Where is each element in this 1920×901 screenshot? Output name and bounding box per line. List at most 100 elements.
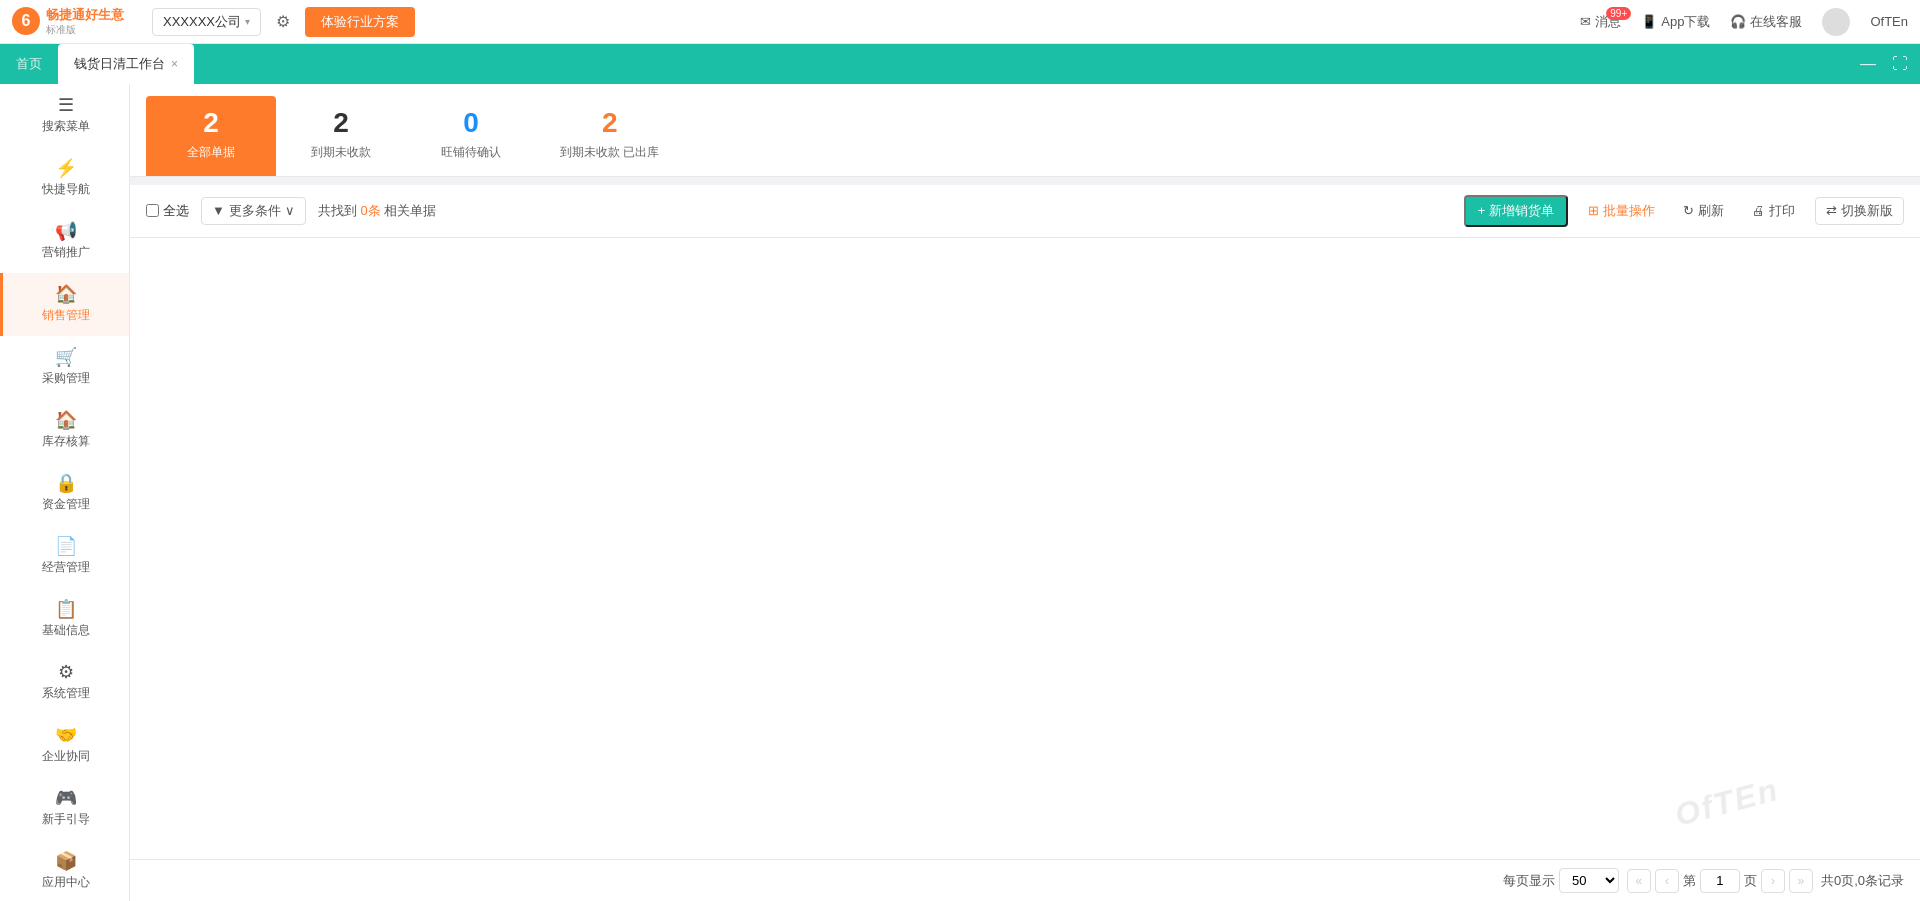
select-all-checkbox[interactable] <box>146 204 159 217</box>
sidebar-item-basic-info[interactable]: 📋 基础信息 <box>0 588 129 651</box>
guide-icon: 🎮 <box>55 789 77 807</box>
page-size-select: 每页显示 10 20 50 100 <box>1503 868 1619 893</box>
refresh-label: 刷新 <box>1698 202 1724 220</box>
sidebar-item-marketing[interactable]: 📢 营销推广 <box>0 210 129 273</box>
add-sales-order-button[interactable]: + 新增销货单 <box>1464 195 1568 227</box>
stat-all-number: 2 <box>203 106 219 140</box>
stat-card-pending[interactable]: 0 旺铺待确认 <box>406 96 536 176</box>
page-nav: « ‹ 第 页 › » <box>1627 869 1813 893</box>
logo-text: 畅捷通好生意 标准版 <box>46 7 124 37</box>
total-text: 共0页,0条记录 <box>1821 872 1904 890</box>
print-button[interactable]: 🖨 打印 <box>1744 198 1803 224</box>
content-area: 2 全部单据 2 到期未收款 0 旺铺待确认 2 到期未收款 已出库 全选 <box>130 84 1920 901</box>
sidebar-item-inventory[interactable]: 🏠 库存核算 <box>0 399 129 462</box>
found-suffix: 相关单据 <box>384 203 436 218</box>
sidebar-item-system[interactable]: ⚙ 系统管理 <box>0 651 129 714</box>
sidebar-label-search-menu: 搜索菜单 <box>42 118 90 135</box>
tab-bar: 首页 钱货日清工作台 × — ⛶ <box>0 44 1920 84</box>
sidebar-item-finance[interactable]: 🔒 资金管理 <box>0 462 129 525</box>
message-icon: ✉ <box>1580 14 1591 29</box>
close-tab-icon[interactable]: × <box>171 57 178 71</box>
first-page-button[interactable]: « <box>1627 869 1651 893</box>
sidebar-item-quick-nav[interactable]: ⚡ 快捷导航 <box>0 147 129 210</box>
headset-icon: 🎧 <box>1730 14 1746 29</box>
filter-button[interactable]: ▼ 更多条件 ∨ <box>201 197 306 225</box>
sidebar-label-quick-nav: 快捷导航 <box>42 181 90 198</box>
mobile-icon: 📱 <box>1641 14 1657 29</box>
stat-card-all[interactable]: 2 全部单据 <box>146 96 276 176</box>
logo-icon: 6 <box>12 7 40 35</box>
filter-arrow-icon: ∨ <box>285 203 295 218</box>
online-service-label: 在线客服 <box>1750 13 1802 31</box>
page-label-end: 页 <box>1744 872 1757 890</box>
sidebar-item-sales[interactable]: 🏠 销售管理 <box>0 273 129 336</box>
switch-label: 切换新版 <box>1841 202 1893 220</box>
per-page-label: 每页显示 <box>1503 872 1555 890</box>
last-page-button[interactable]: » <box>1789 869 1813 893</box>
settings-icon[interactable]: ⚙ <box>269 8 297 36</box>
top-header: 6 畅捷通好生意 标准版 XXXXXX公司 ▾ ⚙ 体验行业方案 ✉ 消息 99… <box>0 0 1920 44</box>
avatar[interactable] <box>1822 8 1850 36</box>
sidebar-label-operations: 经营管理 <box>42 559 90 576</box>
select-all-label: 全选 <box>163 202 189 220</box>
sidebar-label-basic-info: 基础信息 <box>42 622 90 639</box>
select-all-area: 全选 <box>146 202 189 220</box>
tab-home[interactable]: 首页 <box>0 44 58 84</box>
page-input[interactable] <box>1700 869 1740 893</box>
per-page-dropdown[interactable]: 10 20 50 100 <box>1559 868 1619 893</box>
header-right: ✉ 消息 99+ 📱 App下载 🎧 在线客服 OfTEn <box>1580 8 1908 36</box>
header-left: 6 畅捷通好生意 标准版 XXXXXX公司 ▾ ⚙ 体验行业方案 <box>12 7 415 37</box>
stat-pending-label: 旺铺待确认 <box>441 144 501 161</box>
main-layout: ☰ 搜索菜单 ⚡ 快捷导航 📢 营销推广 🏠 销售管理 🛒 采购管理 🏠 库存核… <box>0 84 1920 901</box>
tab-active[interactable]: 钱货日清工作台 × <box>58 44 194 84</box>
minimize-icon[interactable]: — <box>1856 51 1880 77</box>
message-badge: 99+ <box>1606 7 1631 20</box>
print-label: 打印 <box>1769 202 1795 220</box>
switch-version-button[interactable]: ⇄ 切换新版 <box>1815 197 1904 225</box>
batch-icon: ⊞ <box>1588 203 1599 218</box>
filter-icon: ▼ <box>212 203 225 218</box>
stat-card-out-stock[interactable]: 2 到期未收款 已出库 <box>536 96 683 176</box>
sidebar-label-sales: 销售管理 <box>42 307 90 324</box>
switch-icon: ⇄ <box>1826 203 1837 218</box>
print-icon: 🖨 <box>1752 203 1765 218</box>
tab-bar-actions: — ⛶ <box>1856 51 1920 77</box>
tab-home-label: 首页 <box>16 55 42 73</box>
refresh-button[interactable]: ↻ 刷新 <box>1675 198 1732 224</box>
message-action[interactable]: ✉ 消息 99+ <box>1580 13 1621 31</box>
brand-sub: 标准版 <box>46 23 124 36</box>
company-selector[interactable]: XXXXXX公司 ▾ <box>152 8 261 36</box>
maximize-icon[interactable]: ⛶ <box>1888 51 1912 77</box>
sidebar-item-operations[interactable]: 📄 经营管理 <box>0 525 129 588</box>
sidebar-item-purchase[interactable]: 🛒 采购管理 <box>0 336 129 399</box>
sidebar-label-purchase: 采购管理 <box>42 370 90 387</box>
chevron-down-icon: ▾ <box>245 16 250 27</box>
trial-button[interactable]: 体验行业方案 <box>305 7 415 37</box>
sidebar-label-inventory: 库存核算 <box>42 433 90 450</box>
sidebar-item-guide[interactable]: 🎮 新手引导 <box>0 777 129 840</box>
sidebar: ☰ 搜索菜单 ⚡ 快捷导航 📢 营销推广 🏠 销售管理 🛒 采购管理 🏠 库存核… <box>0 84 130 901</box>
stat-card-overdue[interactable]: 2 到期未收款 <box>276 96 406 176</box>
sales-icon: 🏠 <box>55 285 77 303</box>
online-service-action[interactable]: 🎧 在线客服 <box>1730 13 1802 31</box>
stat-overdue-label: 到期未收款 <box>311 144 371 161</box>
found-count: 0条 <box>361 203 381 218</box>
sidebar-item-app-center[interactable]: 📦 应用中心 <box>0 840 129 901</box>
avatar-name[interactable]: OfTEn <box>1870 14 1908 29</box>
sidebar-label-marketing: 营销推广 <box>42 244 90 261</box>
empty-placeholder <box>130 238 1920 859</box>
marketing-icon: 📢 <box>55 222 77 240</box>
batch-operation-button[interactable]: ⊞ 批量操作 <box>1580 198 1663 224</box>
toolbar: 全选 ▼ 更多条件 ∨ 共找到 0条 相关单据 + 新增销货单 ⊞ 批量操作 ↻ <box>130 185 1920 238</box>
found-text: 共找到 0条 相关单据 <box>318 202 436 220</box>
prev-page-button[interactable]: ‹ <box>1655 869 1679 893</box>
sidebar-item-search-menu[interactable]: ☰ 搜索菜单 <box>0 84 129 147</box>
sidebar-item-cooperation[interactable]: 🤝 企业协同 <box>0 714 129 777</box>
next-page-button[interactable]: › <box>1761 869 1785 893</box>
toolbar-right: + 新增销货单 ⊞ 批量操作 ↻ 刷新 🖨 打印 ⇄ 切换新版 <box>1464 195 1904 227</box>
found-prefix: 共找到 <box>318 203 357 218</box>
operations-icon: 📄 <box>55 537 77 555</box>
logo-area: 6 畅捷通好生意 标准版 <box>12 7 124 37</box>
app-download-action[interactable]: 📱 App下载 <box>1641 13 1710 31</box>
cooperation-icon: 🤝 <box>55 726 77 744</box>
